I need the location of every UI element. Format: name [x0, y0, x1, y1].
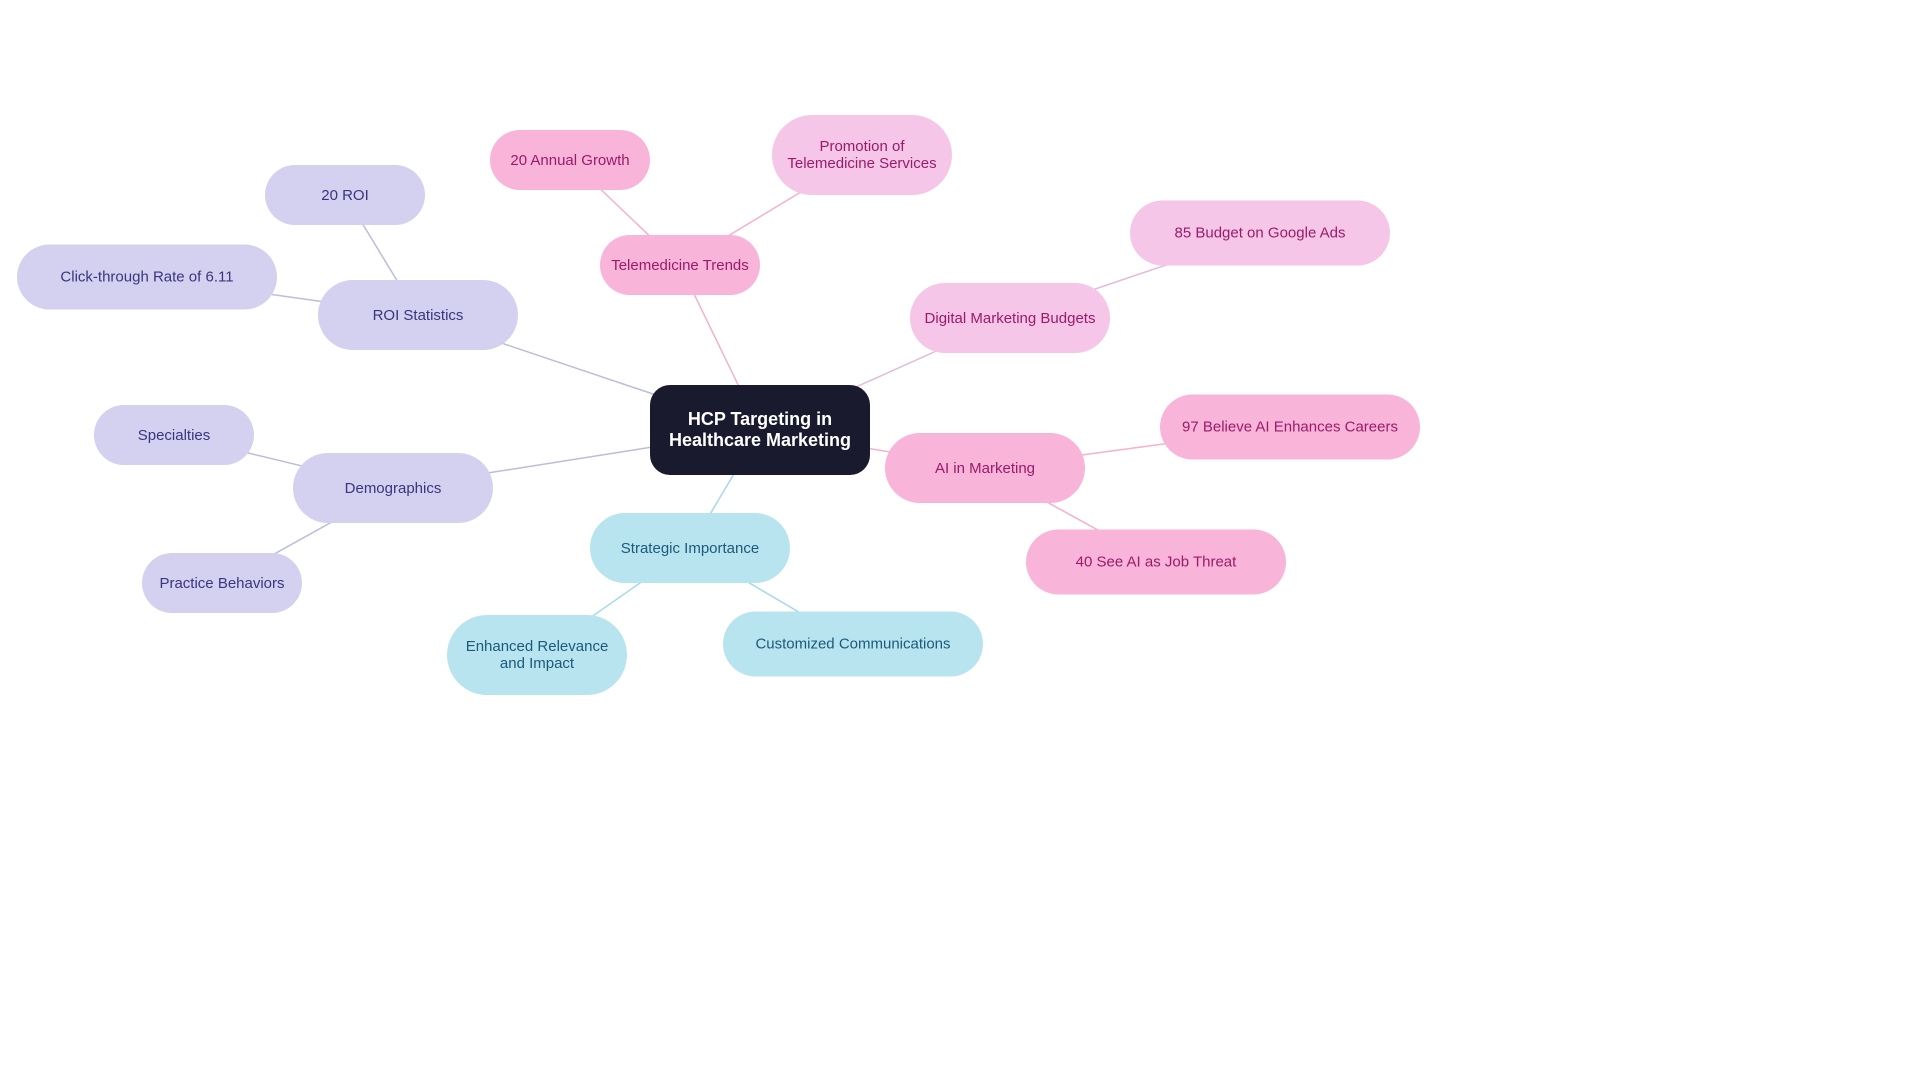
strategic-importance-node[interactable]: Strategic Importance [590, 513, 790, 583]
roi-statistics-node[interactable]: ROI Statistics [318, 280, 518, 350]
center-node[interactable]: HCP Targeting in Healthcare Marketing [650, 385, 870, 475]
connections-svg [0, 0, 1920, 1083]
telemedicine-trends-node[interactable]: Telemedicine Trends [600, 235, 760, 295]
practice-behaviors-node[interactable]: Practice Behaviors [142, 553, 302, 613]
enhanced-relevance-node[interactable]: Enhanced Relevance and Impact [447, 615, 627, 695]
budget-google-ads-node[interactable]: 85 Budget on Google Ads [1130, 201, 1390, 266]
demographics-node[interactable]: Demographics [293, 453, 493, 523]
annual-growth-node[interactable]: 20 Annual Growth [490, 130, 650, 190]
center-label: HCP Targeting in Healthcare Marketing [650, 409, 870, 451]
customized-communications-node[interactable]: Customized Communications [723, 612, 983, 677]
click-through-rate-node[interactable]: Click-through Rate of 6.11 [17, 245, 277, 310]
see-ai-job-threat-node[interactable]: 40 See AI as Job Threat [1026, 530, 1286, 595]
specialties-node[interactable]: Specialties [94, 405, 254, 465]
believe-ai-careers-node[interactable]: 97 Believe AI Enhances Careers [1160, 395, 1420, 460]
ai-in-marketing-node[interactable]: AI in Marketing [885, 433, 1085, 503]
promotion-telemedicine-node[interactable]: Promotion of Telemedicine Services [772, 115, 952, 195]
20-roi-node[interactable]: 20 ROI [265, 165, 425, 225]
digital-marketing-budgets-node[interactable]: Digital Marketing Budgets [910, 283, 1110, 353]
mindmap-container: HCP Targeting in Healthcare Marketing Te… [0, 0, 1920, 1083]
